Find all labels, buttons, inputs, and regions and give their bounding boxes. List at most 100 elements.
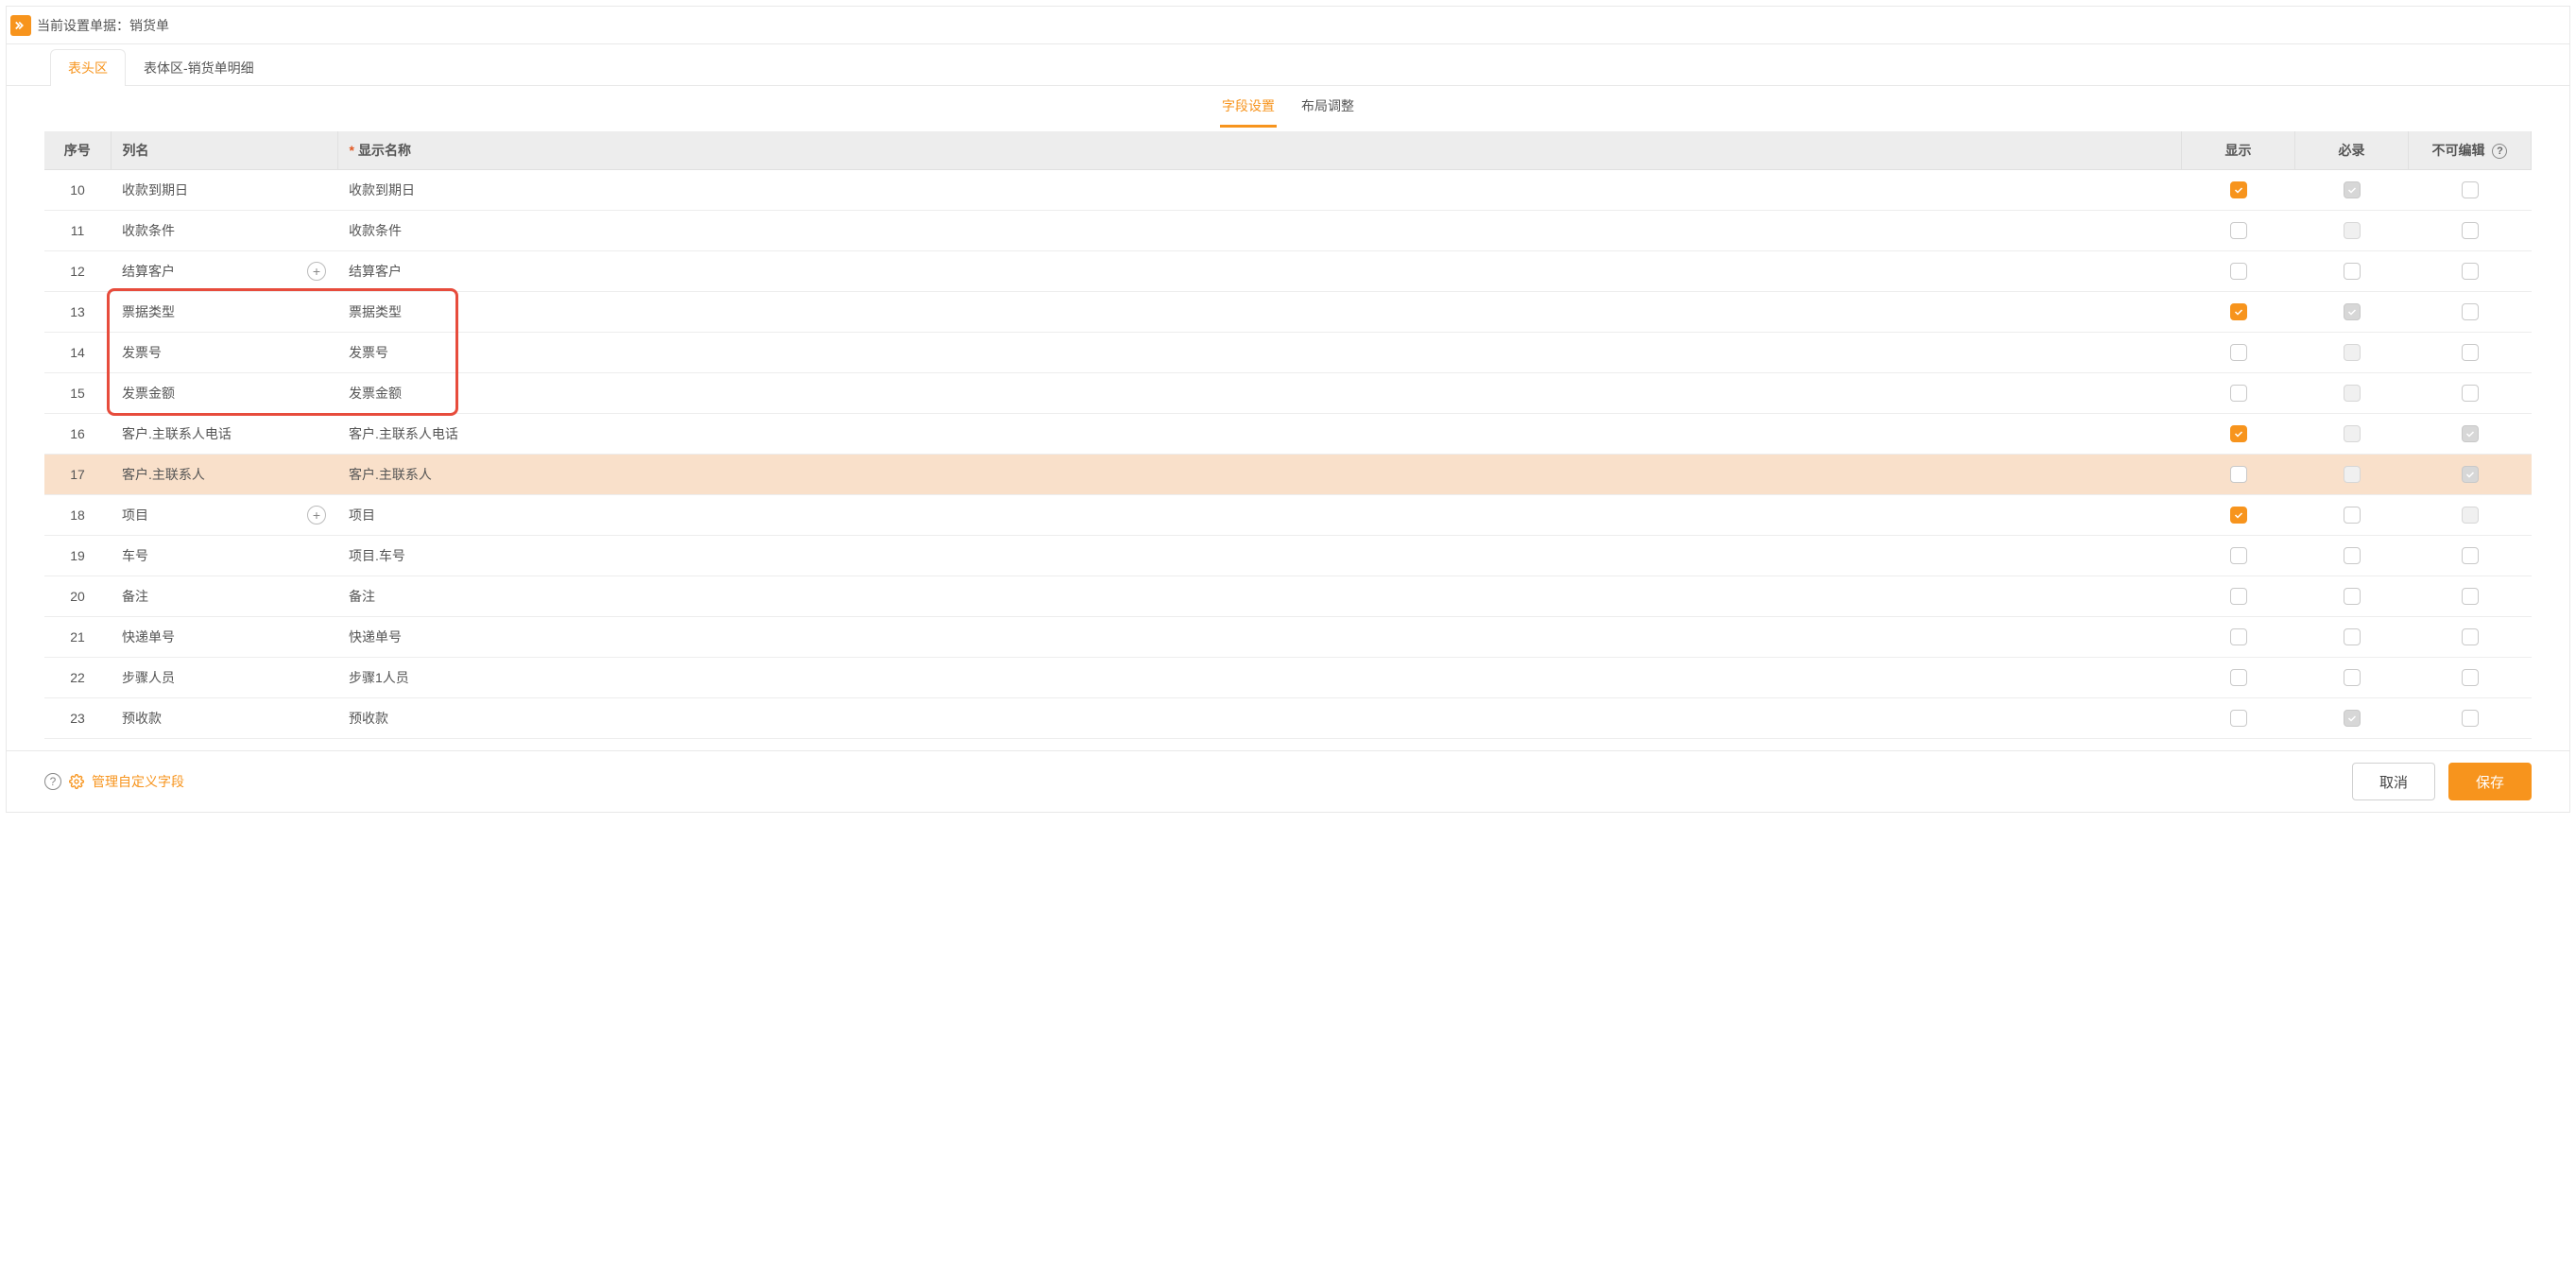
checkbox-show[interactable] bbox=[2230, 181, 2247, 198]
checkbox-show[interactable] bbox=[2230, 385, 2247, 402]
cell-seq: 12 bbox=[44, 251, 111, 292]
cell-colname: 客户.主联系人 bbox=[111, 455, 337, 495]
cell-dispname[interactable]: 步骤1人员 bbox=[337, 658, 2182, 698]
cell-show bbox=[2182, 536, 2295, 576]
cell-seq: 23 bbox=[44, 698, 111, 739]
checkbox-readonly[interactable] bbox=[2462, 303, 2479, 320]
cell-dispname[interactable]: 客户.主联系人电话 bbox=[337, 414, 2182, 455]
checkbox-required[interactable] bbox=[2344, 669, 2361, 686]
checkbox-required[interactable] bbox=[2344, 588, 2361, 605]
checkbox-readonly[interactable] bbox=[2462, 588, 2479, 605]
tab-body-area[interactable]: 表体区-销货单明细 bbox=[126, 49, 272, 85]
manage-custom-fields-link[interactable]: 管理自定义字段 bbox=[92, 772, 184, 791]
checkbox-required bbox=[2344, 425, 2361, 442]
col-readonly-header: 不可编辑 ? bbox=[2409, 131, 2532, 170]
tab-layout-adjust[interactable]: 布局调整 bbox=[1299, 91, 1356, 128]
cell-dispname[interactable]: 项目 bbox=[337, 495, 2182, 536]
cell-colname: 发票金额 bbox=[111, 373, 337, 414]
checkbox-readonly[interactable] bbox=[2462, 222, 2479, 239]
col-disp-header: *显示名称 bbox=[337, 131, 2182, 170]
cell-dispname[interactable]: 备注 bbox=[337, 576, 2182, 617]
checkbox-show[interactable] bbox=[2230, 669, 2247, 686]
help-circle-icon[interactable]: ? bbox=[44, 773, 61, 790]
cancel-button[interactable]: 取消 bbox=[2352, 763, 2435, 800]
cell-required bbox=[2295, 536, 2409, 576]
checkbox-show[interactable] bbox=[2230, 588, 2247, 605]
cell-show bbox=[2182, 333, 2295, 373]
cell-required bbox=[2295, 333, 2409, 373]
cell-readonly bbox=[2409, 495, 2532, 536]
checkbox-required[interactable] bbox=[2344, 263, 2361, 280]
cell-readonly bbox=[2409, 698, 2532, 739]
table-row: 16客户.主联系人电话客户.主联系人电话 bbox=[44, 414, 2532, 455]
cell-seq: 13 bbox=[44, 292, 111, 333]
checkbox-show[interactable] bbox=[2230, 222, 2247, 239]
checkbox-show[interactable] bbox=[2230, 547, 2247, 564]
cell-readonly bbox=[2409, 576, 2532, 617]
checkbox-show[interactable] bbox=[2230, 303, 2247, 320]
sub-tabs: 字段设置 布局调整 bbox=[7, 86, 2569, 131]
checkbox-readonly[interactable] bbox=[2462, 669, 2479, 686]
cell-show bbox=[2182, 576, 2295, 617]
checkbox-readonly[interactable] bbox=[2462, 385, 2479, 402]
cell-dispname[interactable]: 发票金额 bbox=[337, 373, 2182, 414]
cell-required bbox=[2295, 292, 2409, 333]
cell-dispname[interactable]: 收款到期日 bbox=[337, 170, 2182, 211]
save-button[interactable]: 保存 bbox=[2448, 763, 2532, 800]
checkbox-required[interactable] bbox=[2344, 507, 2361, 524]
checkbox-show[interactable] bbox=[2230, 344, 2247, 361]
expand-sidebar-button[interactable] bbox=[10, 15, 31, 36]
checkbox-readonly[interactable] bbox=[2462, 547, 2479, 564]
checkbox-show[interactable] bbox=[2230, 710, 2247, 727]
cell-readonly bbox=[2409, 536, 2532, 576]
cell-show bbox=[2182, 495, 2295, 536]
checkbox-required bbox=[2344, 344, 2361, 361]
checkbox-show[interactable] bbox=[2230, 425, 2247, 442]
checkbox-readonly bbox=[2462, 425, 2479, 442]
cell-seq: 10 bbox=[44, 170, 111, 211]
cell-dispname[interactable]: 项目.车号 bbox=[337, 536, 2182, 576]
checkbox-readonly[interactable] bbox=[2462, 628, 2479, 645]
add-plus-icon[interactable]: + bbox=[307, 262, 326, 281]
cell-seq: 16 bbox=[44, 414, 111, 455]
checkbox-show[interactable] bbox=[2230, 263, 2247, 280]
checkbox-readonly bbox=[2462, 507, 2479, 524]
table-body: 10收款到期日收款到期日11收款条件收款条件12结算客户+结算客户13票据类型票… bbox=[44, 170, 2532, 739]
cell-dispname[interactable]: 票据类型 bbox=[337, 292, 2182, 333]
checkbox-show[interactable] bbox=[2230, 466, 2247, 483]
cell-seq: 21 bbox=[44, 617, 111, 658]
cell-dispname[interactable]: 结算客户 bbox=[337, 251, 2182, 292]
tab-field-settings[interactable]: 字段设置 bbox=[1220, 91, 1277, 128]
checkbox-show[interactable] bbox=[2230, 628, 2247, 645]
checkbox-readonly[interactable] bbox=[2462, 181, 2479, 198]
breadcrumb-bar: 当前设置单据：销货单 bbox=[7, 7, 2569, 44]
cell-colname: 步骤人员 bbox=[111, 658, 337, 698]
help-icon[interactable]: ? bbox=[2492, 144, 2507, 159]
area-tabs: 表头区 表体区-销货单明细 bbox=[7, 44, 2569, 86]
cell-dispname[interactable]: 客户.主联系人 bbox=[337, 455, 2182, 495]
footer-bar: ? 管理自定义字段 取消 保存 bbox=[7, 750, 2569, 812]
cell-seq: 19 bbox=[44, 536, 111, 576]
tab-header-area[interactable]: 表头区 bbox=[50, 49, 126, 85]
col-required-header: 必录 bbox=[2295, 131, 2409, 170]
cell-dispname[interactable]: 快递单号 bbox=[337, 617, 2182, 658]
cell-dispname[interactable]: 收款条件 bbox=[337, 211, 2182, 251]
table-row: 10收款到期日收款到期日 bbox=[44, 170, 2532, 211]
table-header-row: 序号 列名 *显示名称 显示 必录 不可编辑 ? bbox=[44, 131, 2532, 170]
cell-required bbox=[2295, 251, 2409, 292]
add-plus-icon[interactable]: + bbox=[307, 506, 326, 524]
cell-required bbox=[2295, 373, 2409, 414]
checkbox-readonly[interactable] bbox=[2462, 263, 2479, 280]
checkbox-show[interactable] bbox=[2230, 507, 2247, 524]
checkbox-required[interactable] bbox=[2344, 547, 2361, 564]
col-name-header: 列名 bbox=[111, 131, 337, 170]
cell-seq: 20 bbox=[44, 576, 111, 617]
checkbox-required bbox=[2344, 181, 2361, 198]
checkbox-required bbox=[2344, 222, 2361, 239]
cell-dispname[interactable]: 发票号 bbox=[337, 333, 2182, 373]
cell-colname: 预收款 bbox=[111, 698, 337, 739]
cell-dispname[interactable]: 预收款 bbox=[337, 698, 2182, 739]
checkbox-readonly[interactable] bbox=[2462, 710, 2479, 727]
checkbox-required[interactable] bbox=[2344, 628, 2361, 645]
checkbox-readonly[interactable] bbox=[2462, 344, 2479, 361]
